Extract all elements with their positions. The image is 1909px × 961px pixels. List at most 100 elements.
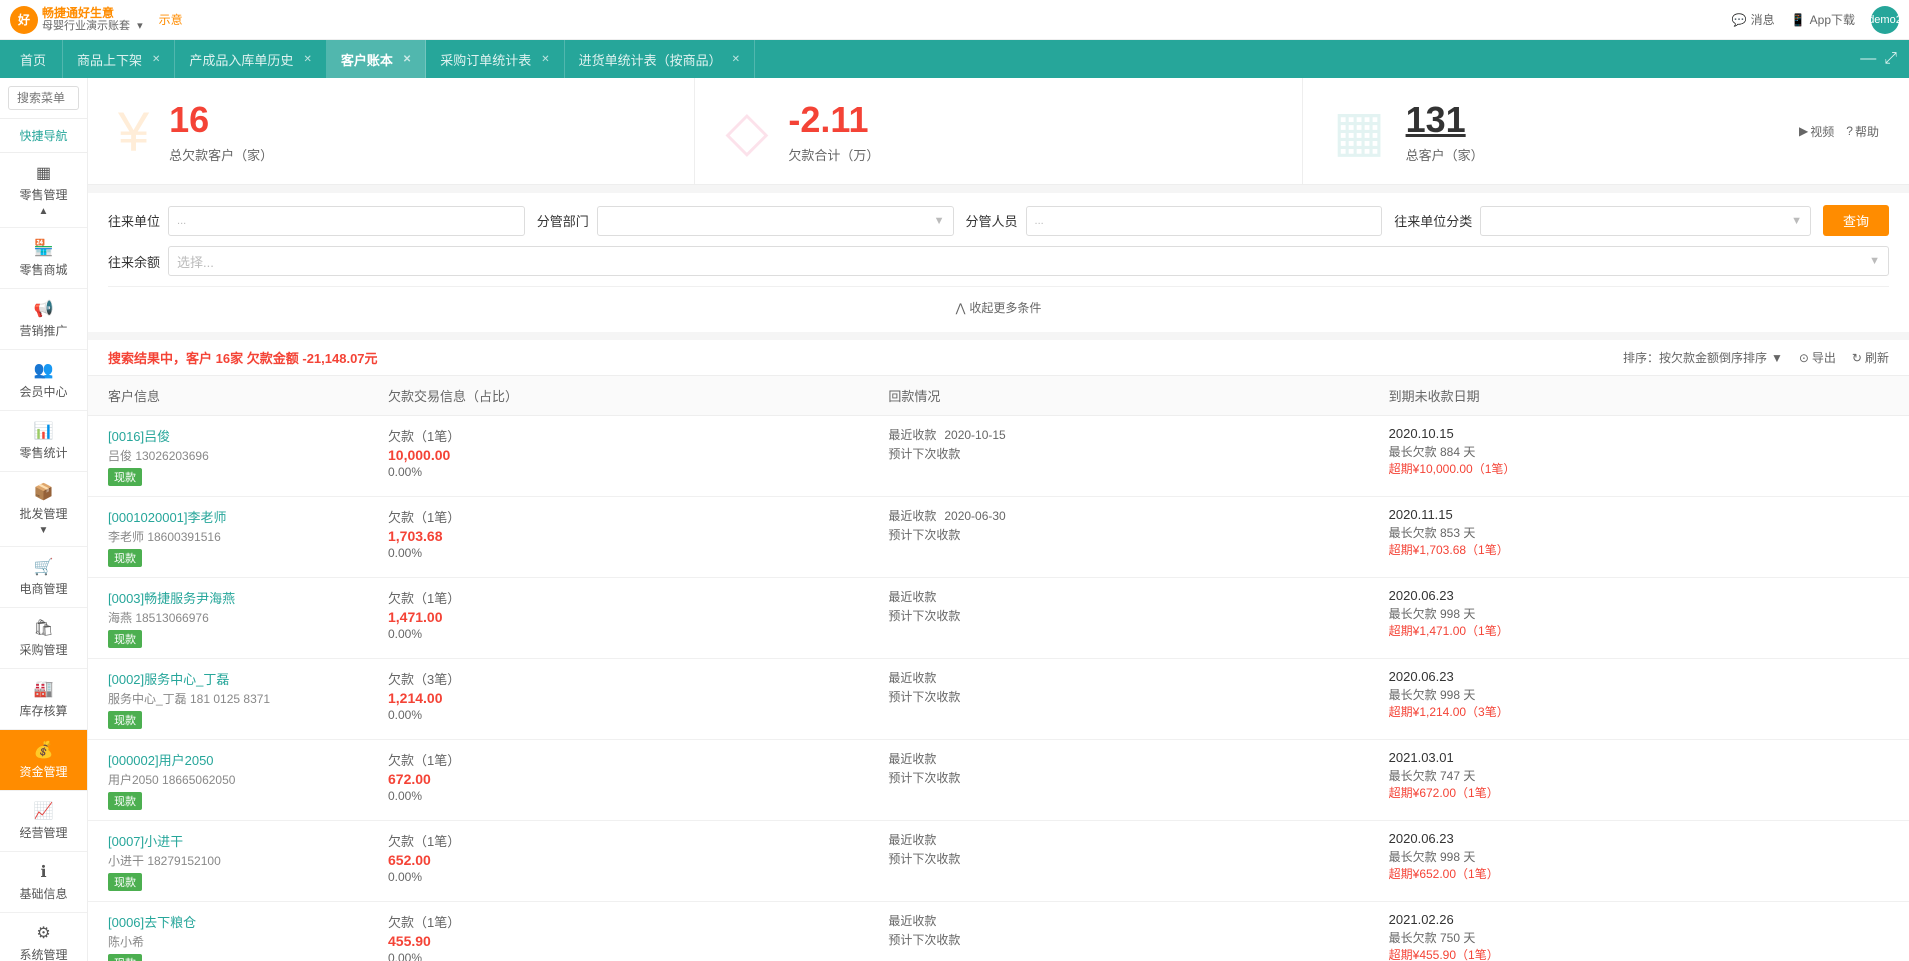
top-nav-link[interactable]: 示意 <box>159 11 183 28</box>
col-header-recovery: 回款情况 <box>888 386 1388 405</box>
tab-purchase-order[interactable]: 采购订单统计表 ✕ <box>426 40 564 78</box>
filter-row-1: 往来单位 ... 分管部门 ▼ 分管人员 ... <box>108 205 1889 236</box>
chevron-down-icon: ▼ <box>1869 255 1880 267</box>
sidebar-item-ecommerce[interactable]: 🛒 电商管理 <box>0 547 87 608</box>
results-info: 搜索结果中，客户 16家 欠款金额 -21,148.07元 <box>108 348 378 367</box>
filter-dept: 分管部门 ▼ <box>537 206 954 236</box>
close-icon[interactable]: ✕ <box>403 54 411 65</box>
stats-row: ¥ 16 总欠款客户（家） ◇ -2.11 欠款合计（万） ▦ 131 总客户（… <box>88 78 1909 185</box>
collapse-btn[interactable]: ⋀ 收起更多条件 <box>108 295 1889 320</box>
overdue-amount-1[interactable]: 超期¥1,703.68（1笔） <box>1389 541 1889 558</box>
overdue-date-4: 2021.03.01 <box>1389 750 1889 765</box>
sort-button[interactable]: 排序：按欠款金额倒序排序 ▼ <box>1623 349 1783 366</box>
overdue-amount-5[interactable]: 超期¥652.00（1笔） <box>1389 865 1889 882</box>
recovery-info-6: 最近收款 预计下次收款 <box>888 912 1388 948</box>
sidebar-item-retail-stat[interactable]: 📊 零售统计 <box>0 411 87 472</box>
tab-maximize-icon[interactable]: ⤢ <box>1884 50 1897 68</box>
close-icon[interactable]: ✕ <box>541 54 549 65</box>
debt-amount-4[interactable]: 672.00 <box>388 771 888 787</box>
recovery-row-1: 最近收款 2020-06-30 <box>888 507 1388 524</box>
close-icon[interactable]: ✕ <box>732 54 740 65</box>
customer-sub-6: 陈小希 <box>108 933 388 950</box>
sidebar-item-batch-mgmt[interactable]: 📦 批发管理 ▼ <box>0 472 87 547</box>
app-download-btn[interactable]: 📱 App下载 <box>1791 11 1855 28</box>
customer-name-3[interactable]: [0002]服务中心_丁磊 <box>108 669 388 688</box>
overdue-amount-2[interactable]: 超期¥1,471.00（1笔） <box>1389 622 1889 639</box>
overdue-days-3: 最长欠款 998 天 <box>1389 686 1889 703</box>
sidebar-item-member[interactable]: 👥 会员中心 <box>0 350 87 411</box>
export-btn[interactable]: ⊙ 导出 <box>1799 349 1836 366</box>
close-icon[interactable]: ✕ <box>303 54 311 65</box>
collapse-area: ⋀ 收起更多条件 <box>108 286 1889 320</box>
balance-placeholder: 选择... <box>177 252 214 271</box>
operation-icon: 📈 <box>34 801 54 821</box>
stat-info-debt-customers: 16 总欠款客户（家） <box>169 99 273 164</box>
stat-info-debt-amount: -2.11 欠款合计（万） <box>788 99 879 164</box>
tab-product-warehouse[interactable]: 产成品入库单历史 ✕ <box>175 40 326 78</box>
marketing-icon: 📢 <box>34 299 54 319</box>
debt-amount-5[interactable]: 652.00 <box>388 852 888 868</box>
purchase-icon: 🛍 <box>33 618 53 638</box>
unit-class-select[interactable]: ▼ <box>1480 206 1811 236</box>
debt-count-2: 欠款（1笔） <box>388 588 888 607</box>
filter-row-2: 往来余额 选择... ▼ <box>108 246 1889 276</box>
tab-minimize-icon[interactable]: — <box>1860 50 1876 68</box>
sidebar-item-retail-mgmt[interactable]: ▦ 零售管理 ▲ <box>0 153 87 228</box>
expand-icon[interactable]: ▾ <box>137 20 143 32</box>
chevron-down-icon: ▼ <box>1791 215 1802 227</box>
customer-name-4[interactable]: [000002]用户2050 <box>108 750 388 769</box>
unit-class-label: 往来单位分类 <box>1394 211 1472 230</box>
filter-source-unit: 往来单位 ... <box>108 206 525 236</box>
overdue-days-5: 最长欠款 998 天 <box>1389 848 1889 865</box>
search-input[interactable] <box>8 86 79 110</box>
customer-tag-5: 现款 <box>108 873 142 891</box>
customer-info-6: [0006]去下粮仓 陈小希 现款 <box>108 912 388 961</box>
sidebar-item-operation[interactable]: 📈 经营管理 <box>0 791 87 852</box>
debt-amount-3[interactable]: 1,214.00 <box>388 690 888 706</box>
sidebar-item-retail-store[interactable]: 🏪 零售商城 <box>0 228 87 289</box>
tab-home[interactable]: 首页 <box>4 40 63 78</box>
customer-sub-3: 服务中心_丁磊 181 0125 8371 <box>108 690 388 707</box>
search-button[interactable]: 查询 <box>1823 205 1889 236</box>
sidebar-item-purchase[interactable]: 🛍 采购管理 <box>0 608 87 669</box>
overdue-amount-4[interactable]: 超期¥672.00（1笔） <box>1389 784 1889 801</box>
customer-name-5[interactable]: [0007]小进干 <box>108 831 388 850</box>
customer-name-0[interactable]: [0016]吕俊 <box>108 426 388 445</box>
debt-amount-2[interactable]: 1,471.00 <box>388 609 888 625</box>
debt-amount-6[interactable]: 455.90 <box>388 933 888 949</box>
refresh-btn[interactable]: ↻ 刷新 <box>1852 349 1889 366</box>
customer-name-6[interactable]: [0006]去下粮仓 <box>108 912 388 931</box>
customer-sub-0: 吕俊 13026203696 <box>108 447 388 464</box>
customer-tag-3: 现款 <box>108 711 142 729</box>
tab-customer-account[interactable]: 客户账本 ✕ <box>327 40 426 78</box>
balance-select[interactable]: 选择... ▼ <box>168 246 1889 276</box>
messages-btn[interactable]: 💬 消息 <box>1732 11 1775 28</box>
user-avatar[interactable]: demo2 <box>1871 6 1899 34</box>
overdue-amount-0[interactable]: 超期¥10,000.00（1笔） <box>1389 460 1889 477</box>
person-input[interactable]: ... <box>1026 206 1383 236</box>
close-icon[interactable]: ✕ <box>152 54 160 65</box>
tab-warehouse-stat[interactable]: 进货单统计表（按商品） ✕ <box>565 40 755 78</box>
customer-name-1[interactable]: [0001020001]李老师 <box>108 507 388 526</box>
video-btn[interactable]: ▶ 视频 <box>1799 123 1834 140</box>
main-content: ¥ 16 总欠款客户（家） ◇ -2.11 欠款合计（万） ▦ 131 总客户（… <box>88 78 1909 961</box>
overdue-amount-6[interactable]: 超期¥455.90（1笔） <box>1389 946 1889 961</box>
overdue-date-6: 2021.02.26 <box>1389 912 1889 927</box>
refresh-icon: ↻ <box>1852 351 1862 365</box>
help-btn[interactable]: ? 帮助 <box>1846 123 1879 140</box>
sidebar-item-system[interactable]: ⚙ 系统管理 <box>0 913 87 961</box>
sidebar-item-marketing[interactable]: 📢 营销推广 <box>0 289 87 350</box>
sidebar-item-warehouse[interactable]: 🏭 库存核算 <box>0 669 87 730</box>
table-row: [0007]小进干 小进干 18279152100 现款 欠款（1笔） 652.… <box>88 821 1909 902</box>
phone-icon: 📱 <box>1791 13 1806 27</box>
overdue-amount-3[interactable]: 超期¥1,214.00（3笔） <box>1389 703 1889 720</box>
sidebar-item-finance[interactable]: 💰 资金管理 <box>0 730 87 791</box>
customer-name-2[interactable]: [0003]畅捷服务尹海燕 <box>108 588 388 607</box>
sidebar-quick-nav[interactable]: 快捷导航 <box>0 119 87 153</box>
source-unit-input[interactable]: ... <box>168 206 525 236</box>
sidebar-item-basic-info[interactable]: ℹ 基础信息 <box>0 852 87 913</box>
dept-select[interactable]: ▼ <box>597 206 954 236</box>
debt-amount-1[interactable]: 1,703.68 <box>388 528 888 544</box>
debt-amount-0[interactable]: 10,000.00 <box>388 447 888 463</box>
tab-product-shelf[interactable]: 商品上下架 ✕ <box>63 40 175 78</box>
